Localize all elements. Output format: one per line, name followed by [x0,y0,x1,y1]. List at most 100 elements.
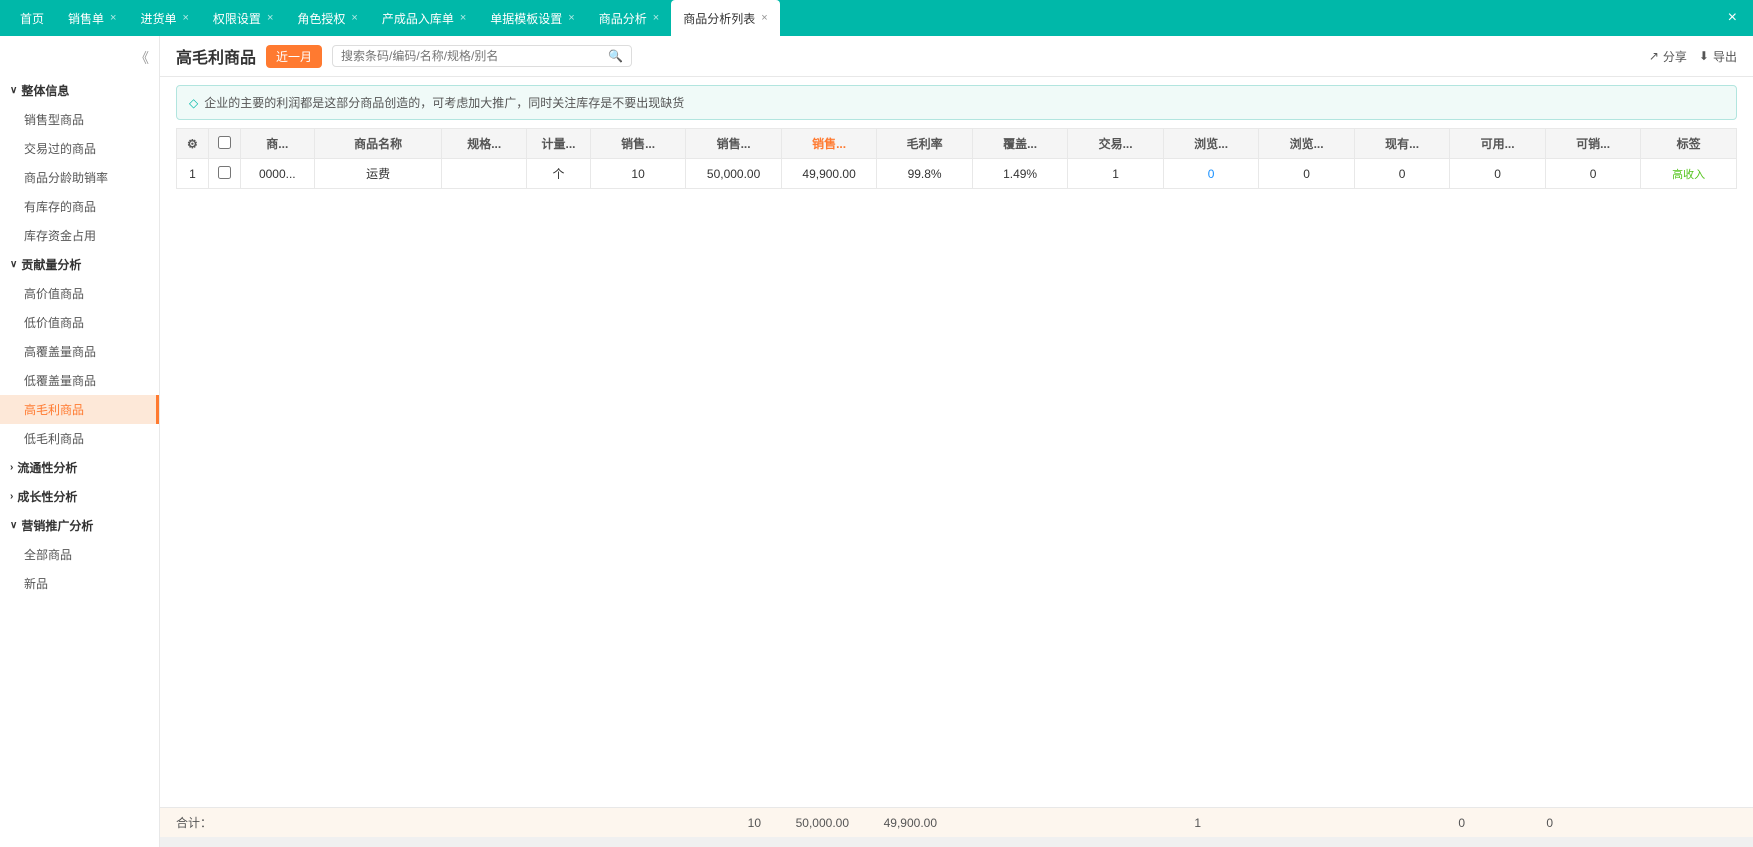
table-header-row: ⚙ 商... 商品名称 规格... 计量... 销售... 销售... 销售..… [177,129,1737,159]
footer-total-label: 合计： [176,814,216,831]
share-button[interactable]: ↗ 分享 [1649,48,1687,65]
sidebar-group-growth[interactable]: › 成长性分析 [0,482,159,511]
sidebar-item-new-products[interactable]: 新品 [0,569,159,598]
col-product-code-header[interactable]: 商... [240,129,314,159]
sidebar-item-stock-capital[interactable]: 库存资金占用 [0,221,159,250]
tab-home[interactable]: 首页 [8,0,56,36]
col-unit-header[interactable]: 计量... [527,129,591,159]
col-tag-header[interactable]: 标签 [1641,129,1737,159]
page-title: 高毛利商品 [176,44,256,68]
footer-trade: 1 [1129,816,1209,830]
col-sales2-header[interactable]: 销售... [686,129,782,159]
info-banner: ◇ 企业的主要的利润都是这部分商品创造的，可考虑加大推广，同时关注库存是不要出现… [176,85,1737,120]
col-browse2-header[interactable]: 浏览... [1259,129,1355,159]
row-gross-rate: 99.8% [877,159,973,189]
col-product-name-header[interactable]: 商品名称 [314,129,441,159]
tab-product-in[interactable]: 产成品入库单 × [370,0,478,36]
row-sales2: 50,000.00 [686,159,782,189]
close-icon[interactable]: × [460,12,466,24]
row-current: 0 [1354,159,1450,189]
col-check[interactable] [208,129,240,159]
search-box: 🔍 [332,45,632,67]
export-button[interactable]: ⬇ 导出 [1699,48,1737,65]
chevron-right-icon: › [10,462,13,473]
table-wrapper: ⚙ 商... 商品名称 规格... 计量... 销售... 销售... 销售..… [160,128,1753,807]
close-icon[interactable]: × [653,12,659,24]
tab-analysis-list[interactable]: 商品分析列表 × [671,0,779,36]
search-input[interactable] [341,49,608,63]
row-available: 0 [1450,159,1546,189]
col-sales1-header[interactable]: 销售... [590,129,686,159]
window-close-button[interactable]: × [1720,9,1745,27]
col-browse1-header[interactable]: 浏览... [1163,129,1259,159]
sidebar-collapse-button[interactable]: 《 [135,48,149,68]
tab-purchase[interactable]: 进货单 × [128,0,200,36]
table-row: 1 0000... 运费 个 10 50,000.00 49,900.00 99… [177,159,1737,189]
sidebar-group-overall[interactable]: ∨ 整体信息 [0,76,159,105]
col-spec-header[interactable]: 规格... [442,129,527,159]
sidebar-item-traded[interactable]: 交易过的商品 [0,134,159,163]
tab-analysis[interactable]: 商品分析 × [587,0,671,36]
sidebar-group-contribution[interactable]: ∨ 贡献量分析 [0,250,159,279]
info-icon: ◇ [189,96,198,110]
select-all-checkbox[interactable] [218,136,231,149]
row-name[interactable]: 运费 [314,159,441,189]
chevron-down-icon: ∨ [10,520,17,531]
close-icon[interactable]: × [182,12,188,24]
sidebar-item-in-stock[interactable]: 有库存的商品 [0,192,159,221]
row-unit: 个 [527,159,591,189]
row-trade: 1 [1068,159,1164,189]
sidebar-item-high-margin[interactable]: 高毛利商品 [0,395,159,424]
row-browse2: 0 [1259,159,1355,189]
col-gross-rate-header[interactable]: 毛利率 [877,129,973,159]
sidebar-item-high-coverage[interactable]: 高覆盖量商品 [0,337,159,366]
close-icon[interactable]: × [267,12,273,24]
row-sellable: 0 [1545,159,1641,189]
filter-recent-month-button[interactable]: 近一月 [266,45,322,68]
col-trade-header[interactable]: 交易... [1068,129,1164,159]
sidebar-item-all-products[interactable]: 全部商品 [0,540,159,569]
tab-permission[interactable]: 权限设置 × [201,0,285,36]
tab-role[interactable]: 角色授权 × [285,0,369,36]
content-panel: 高毛利商品 近一月 🔍 ↗ 分享 ⬇ 导出 ◇ 企业的主要的利润都是这部分商品创… [160,36,1753,847]
col-available-header[interactable]: 可用... [1450,129,1546,159]
sidebar-item-low-value[interactable]: 低价值商品 [0,308,159,337]
row-spec [442,159,527,189]
row-code[interactable]: 0000... [240,159,314,189]
row-check[interactable] [208,159,240,189]
footer-sales2: 50,000.00 [777,816,857,830]
close-icon[interactable]: × [110,12,116,24]
chevron-down-icon: ∨ [10,85,17,96]
tab-sales[interactable]: 销售单 × [56,0,128,36]
col-coverage-header[interactable]: 覆盖... [972,129,1068,159]
tag-label: 高收入 [1672,169,1705,181]
col-sales3-header[interactable]: 销售... [781,129,877,159]
sidebar-item-sales-type[interactable]: 销售型商品 [0,105,159,134]
sidebar-group-marketing[interactable]: ∨ 营销推广分析 [0,511,159,540]
close-icon[interactable]: × [568,12,574,24]
footer-current: 0 [1393,816,1473,830]
sidebar-item-high-value[interactable]: 高价值商品 [0,279,159,308]
sidebar-item-low-coverage[interactable]: 低覆盖量商品 [0,366,159,395]
col-current-header[interactable]: 现有... [1354,129,1450,159]
row-checkbox[interactable] [218,166,231,179]
search-icon[interactable]: 🔍 [608,49,623,63]
row-tag: 高收入 [1641,159,1737,189]
table-body: 1 0000... 运费 个 10 50,000.00 49,900.00 99… [177,159,1737,189]
row-sales1: 10 [590,159,686,189]
horizontal-scrollbar[interactable] [160,837,1753,847]
content-header: 高毛利商品 近一月 🔍 ↗ 分享 ⬇ 导出 [160,36,1753,77]
close-icon[interactable]: × [761,12,767,24]
close-icon[interactable]: × [351,12,357,24]
tab-template[interactable]: 单据模板设置 × [478,0,586,36]
col-sellable-header[interactable]: 可销... [1545,129,1641,159]
sidebar-group-overall-items: 销售型商品 交易过的商品 商品分龄助销率 有库存的商品 库存资金占用 [0,105,159,250]
sidebar: 《 ∨ 整体信息 销售型商品 交易过的商品 商品分龄助销率 有库存的商品 库存资… [0,36,160,847]
share-icon: ↗ [1649,49,1659,63]
sidebar-item-low-margin[interactable]: 低毛利商品 [0,424,159,453]
top-nav: 首页 销售单 × 进货单 × 权限设置 × 角色授权 × 产成品入库单 × 单据… [0,0,1753,36]
footer-sales3: 49,900.00 [865,816,945,830]
sidebar-group-flow[interactable]: › 流通性分析 [0,453,159,482]
row-browse1[interactable]: 0 [1163,159,1259,189]
sidebar-item-age-rate[interactable]: 商品分龄助销率 [0,163,159,192]
